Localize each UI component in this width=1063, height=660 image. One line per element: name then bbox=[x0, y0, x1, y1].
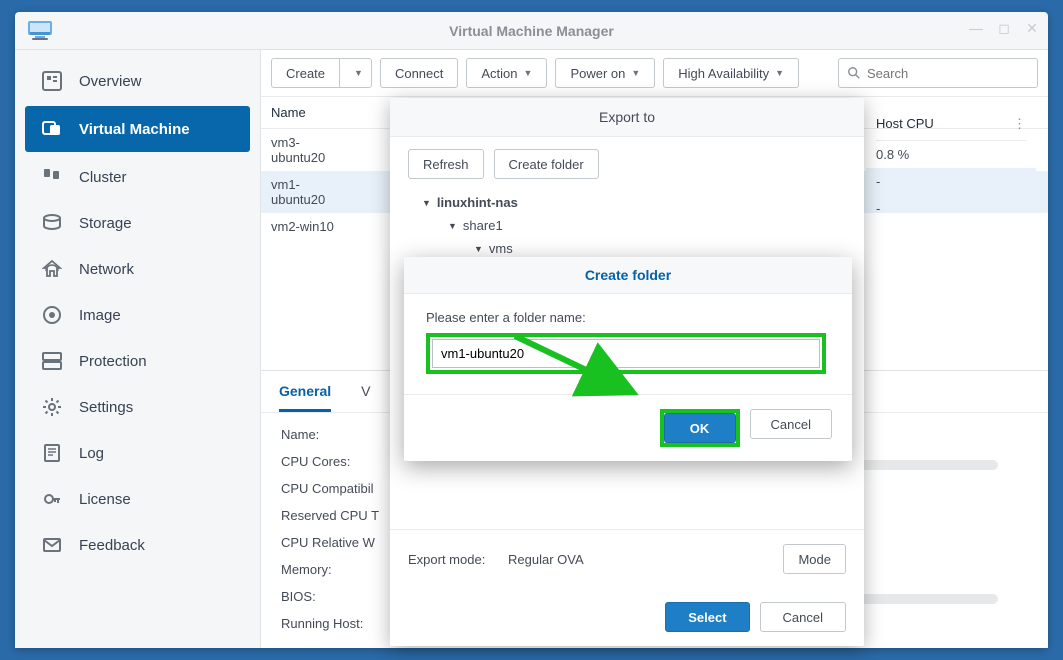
create-button[interactable]: Create bbox=[271, 58, 339, 88]
export-modal-title: Export to bbox=[390, 98, 864, 137]
high-availability-button[interactable]: High Availability▼ bbox=[663, 58, 799, 88]
sidebar-item-virtual-machine[interactable]: Virtual Machine bbox=[25, 106, 250, 152]
tree-node-root[interactable]: ▼linuxhint-nas bbox=[408, 191, 846, 214]
folder-name-input[interactable] bbox=[432, 339, 820, 368]
network-icon bbox=[41, 258, 63, 280]
app-icon bbox=[27, 18, 53, 42]
search-box[interactable] bbox=[838, 58, 1038, 88]
refresh-button[interactable]: Refresh bbox=[408, 149, 484, 179]
chevron-down-icon: ▼ bbox=[474, 244, 483, 254]
sidebar: Overview Virtual Machine Cluster Storage… bbox=[15, 50, 260, 648]
folder-name-prompt: Please enter a folder name: bbox=[426, 310, 830, 325]
tab-other[interactable]: V bbox=[361, 383, 370, 412]
maximize-button[interactable]: ◻ bbox=[996, 20, 1012, 36]
column-host-cpu[interactable]: Host CPU bbox=[876, 116, 934, 132]
column-menu-icon[interactable]: ⋮ bbox=[1013, 116, 1026, 132]
connect-button[interactable]: Connect bbox=[380, 58, 458, 88]
export-mode-label: Export mode: bbox=[408, 552, 508, 567]
chevron-down-icon: ▼ bbox=[524, 68, 533, 78]
ok-button[interactable]: OK bbox=[664, 413, 736, 443]
toolbar: Create ▼ Connect Action▼ Power on▼ High … bbox=[261, 50, 1048, 97]
virtual-machine-icon bbox=[41, 118, 63, 140]
settings-icon bbox=[41, 396, 63, 418]
sidebar-item-overview[interactable]: Overview bbox=[15, 58, 260, 104]
cell-host-cpu: - bbox=[876, 195, 1026, 222]
action-button[interactable]: Action▼ bbox=[466, 58, 547, 88]
tree-node-share[interactable]: ▼share1 bbox=[408, 214, 846, 237]
sidebar-item-feedback[interactable]: Feedback bbox=[15, 522, 260, 568]
image-icon bbox=[41, 304, 63, 326]
sidebar-item-label: License bbox=[79, 491, 131, 508]
window-controls: — ◻ ✕ bbox=[968, 20, 1040, 36]
create-folder-modal: Create folder Please enter a folder name… bbox=[404, 257, 852, 461]
license-icon bbox=[41, 488, 63, 510]
feedback-icon bbox=[41, 534, 63, 556]
sidebar-item-label: Settings bbox=[79, 399, 133, 416]
sidebar-item-label: Feedback bbox=[79, 537, 145, 554]
create-dropdown[interactable]: ▼ bbox=[339, 58, 372, 88]
column-name[interactable]: Name bbox=[261, 97, 361, 128]
cancel-button[interactable]: Cancel bbox=[750, 409, 832, 439]
ok-highlight: OK bbox=[660, 409, 740, 447]
chevron-down-icon: ▼ bbox=[354, 68, 363, 78]
power-button[interactable]: Power on▼ bbox=[555, 58, 655, 88]
cell-host-cpu: - bbox=[866, 168, 1036, 195]
sidebar-item-settings[interactable]: Settings bbox=[15, 384, 260, 430]
overview-icon bbox=[41, 70, 63, 92]
sidebar-item-label: Overview bbox=[79, 73, 142, 90]
sidebar-item-label: Storage bbox=[79, 215, 132, 232]
cell-host-cpu: 0.8 % bbox=[876, 141, 1026, 168]
sidebar-item-label: Log bbox=[79, 445, 104, 462]
sidebar-item-label: Cluster bbox=[79, 169, 127, 186]
sidebar-item-image[interactable]: Image bbox=[15, 292, 260, 338]
folder-name-highlight bbox=[426, 333, 826, 374]
protection-icon bbox=[41, 350, 63, 372]
chevron-down-icon: ▼ bbox=[422, 198, 431, 208]
window-title: Virtual Machine Manager bbox=[449, 23, 614, 39]
cluster-icon bbox=[41, 166, 63, 188]
export-mode-value: Regular OVA bbox=[508, 552, 584, 567]
sidebar-item-network[interactable]: Network bbox=[15, 246, 260, 292]
storage-icon bbox=[41, 212, 63, 234]
sidebar-item-label: Protection bbox=[79, 353, 147, 370]
select-button[interactable]: Select bbox=[665, 602, 749, 632]
minimize-button[interactable]: — bbox=[968, 20, 984, 36]
sidebar-item-label: Network bbox=[79, 261, 134, 278]
sidebar-item-label: Virtual Machine bbox=[79, 121, 190, 138]
sidebar-item-protection[interactable]: Protection bbox=[15, 338, 260, 384]
cancel-button[interactable]: Cancel bbox=[760, 602, 846, 632]
close-button[interactable]: ✕ bbox=[1024, 20, 1040, 36]
sidebar-item-log[interactable]: Log bbox=[15, 430, 260, 476]
host-cpu-column: Host CPU⋮ 0.8 % - - bbox=[876, 108, 1026, 222]
sidebar-item-storage[interactable]: Storage bbox=[15, 200, 260, 246]
chevron-down-icon: ▼ bbox=[775, 68, 784, 78]
titlebar: Virtual Machine Manager — ◻ ✕ bbox=[15, 12, 1048, 50]
chevron-down-icon: ▼ bbox=[448, 221, 457, 231]
sidebar-item-cluster[interactable]: Cluster bbox=[15, 154, 260, 200]
create-folder-title: Create folder bbox=[404, 257, 852, 294]
chevron-down-icon: ▼ bbox=[631, 68, 640, 78]
sidebar-item-label: Image bbox=[79, 307, 121, 324]
search-icon bbox=[847, 66, 861, 80]
tab-general[interactable]: General bbox=[279, 383, 331, 412]
log-icon bbox=[41, 442, 63, 464]
create-folder-button[interactable]: Create folder bbox=[494, 149, 599, 179]
search-input[interactable] bbox=[867, 66, 1043, 81]
sidebar-item-license[interactable]: License bbox=[15, 476, 260, 522]
mode-button[interactable]: Mode bbox=[783, 544, 846, 574]
